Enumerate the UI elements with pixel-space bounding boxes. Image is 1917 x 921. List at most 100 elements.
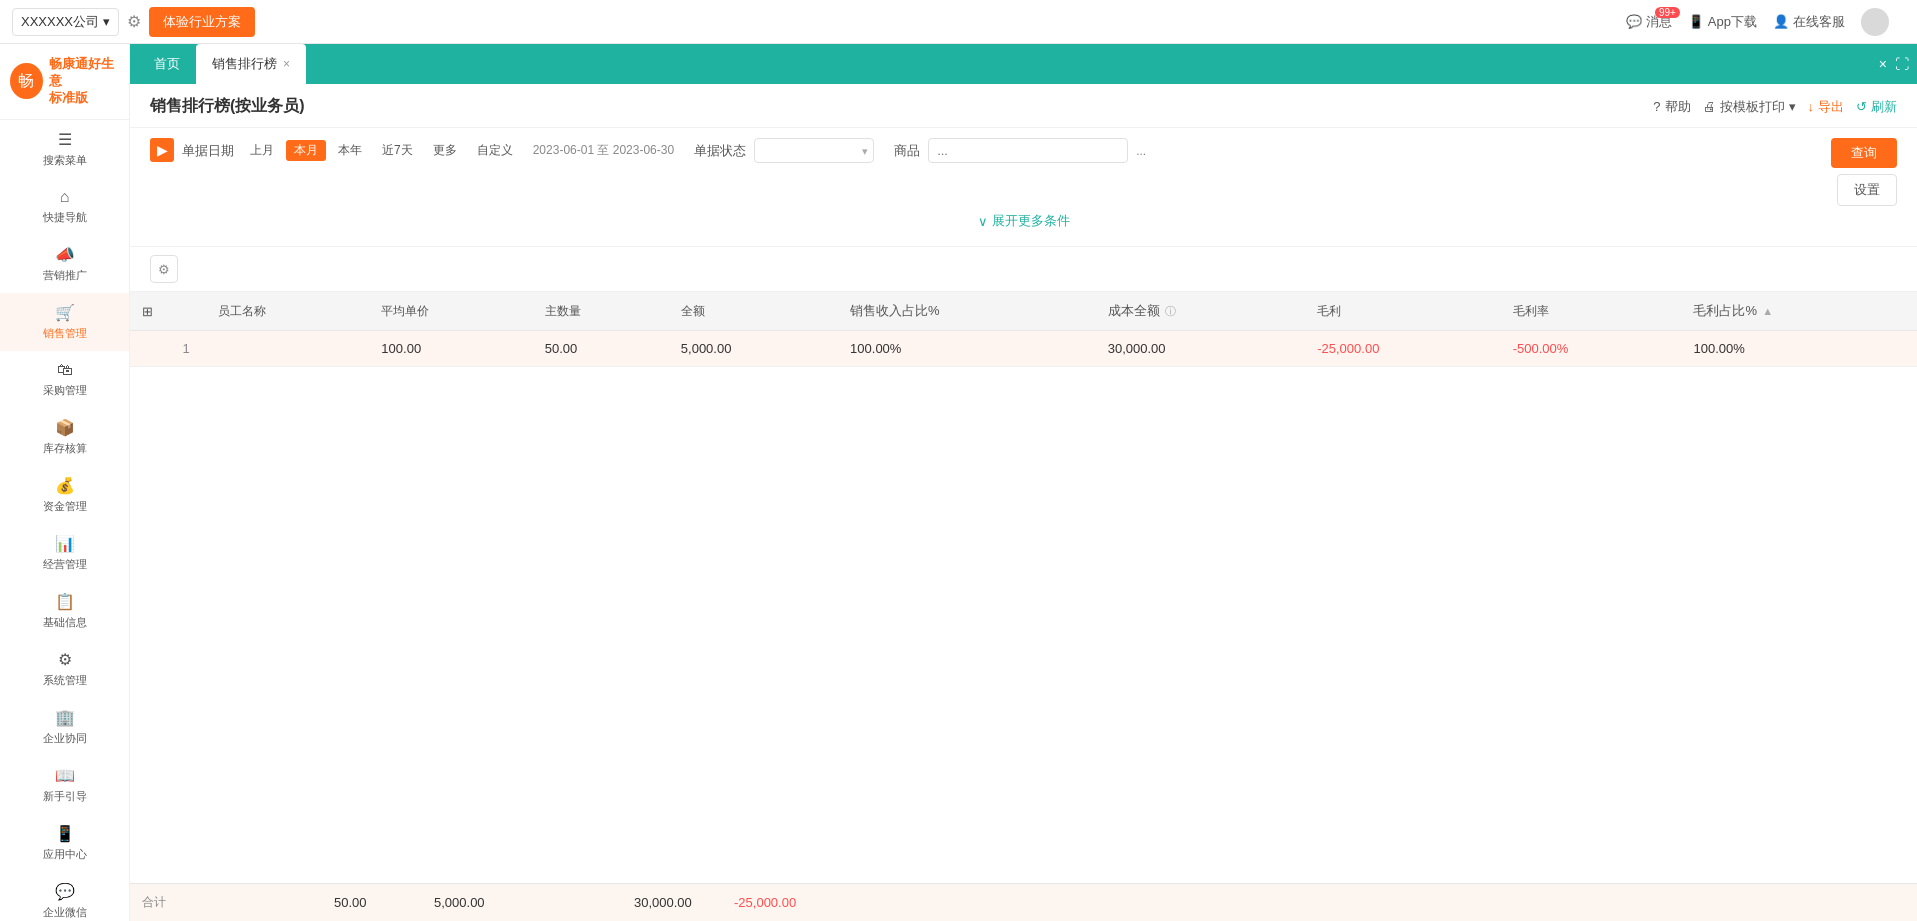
th-name: 员工名称 [206,292,369,331]
sales-icon: 🛒 [55,303,75,322]
expand-more-btn[interactable]: ∨ 展开更多条件 [150,206,1897,236]
sidebar-item-search-orders[interactable]: ☰ 搜索菜单 [0,120,129,178]
goods-more-icon[interactable]: ... [1136,144,1146,158]
date-tab-custom[interactable]: 自定义 [469,140,521,161]
app-download-btn[interactable]: 📱 App下载 [1688,13,1757,31]
help-label: 帮助 [1665,98,1691,116]
tab-home-label: 首页 [154,55,180,73]
avatar[interactable] [1861,8,1889,36]
date-tab-current-month[interactable]: 本月 [286,140,326,161]
refresh-label: 刷新 [1871,98,1897,116]
page-title: 销售排行榜(按业务员) [150,96,305,117]
company-name: XXXXXX公司 [21,13,99,31]
app-download-label: App下载 [1708,13,1757,31]
refresh-btn[interactable]: ↺ 刷新 [1856,98,1897,116]
page-header: 销售排行榜(按业务员) ? 帮助 🖨 按模板打印 ▾ ↓ [130,84,1917,128]
tab-close-window-icon[interactable]: × [1879,56,1887,72]
export-btn[interactable]: ↓ 导出 [1808,98,1845,116]
sidebar-item-label: 系统管理 [43,673,87,688]
print-btn[interactable]: 🖨 按模板打印 ▾ [1703,98,1796,116]
sidebar-item-label: 应用中心 [43,847,87,862]
date-tab-last-month[interactable]: 上月 [242,140,282,161]
export-label: 导出 [1818,98,1844,116]
message-btn[interactable]: 💬 消息 99+ [1626,13,1672,31]
th-gross-rate: 毛利率 [1501,292,1682,331]
filter-date: 单据日期 上月 本月 本年 近7天 更多 自定义 2023-06-01 至 20… [182,140,674,161]
th-settings: ⊞ [130,292,166,331]
trial-button[interactable]: 体验行业方案 [149,7,255,37]
sidebar-item-operations[interactable]: 📊 经营管理 [0,524,129,582]
date-tab-more[interactable]: 更多 [425,140,465,161]
company-selector[interactable]: XXXXXX公司 ▾ [12,8,119,36]
td-settings [130,331,166,367]
logo: 畅 畅康通好生意 标准版 [0,44,129,120]
message-badge: 99+ [1655,7,1680,18]
sidebar-item-basic-info[interactable]: 📋 基础信息 [0,582,129,640]
tab-bar: 首页 销售排行榜 × × ⛶ [130,44,1917,84]
sidebar-item-label: 库存核算 [43,441,87,456]
content-area: 首页 销售排行榜 × × ⛶ 销售排行榜(按业务员) ? 帮助 [130,44,1917,921]
logo-icon: 畅 [10,63,43,99]
purchase-icon: 🛍 [57,361,73,379]
date-tab-7days[interactable]: 近7天 [374,140,421,161]
basic-info-icon: 📋 [55,592,75,611]
top-right-actions: 💬 消息 99+ 📱 App下载 👤 在线客服 [1626,8,1905,36]
td-name [206,331,369,367]
date-tab-current-year[interactable]: 本年 [330,140,370,161]
gross-pct-info-icon[interactable]: ▲ [1762,305,1773,317]
sidebar-item-wechat[interactable]: 💬 企业微信 [0,872,129,921]
tab-home[interactable]: 首页 [138,44,196,84]
sidebar-item-label: 经营管理 [43,557,87,572]
online-service-label: 在线客服 [1793,13,1845,31]
status-label: 单据状态 [694,142,746,160]
tab-close-icon[interactable]: × [283,57,290,71]
td-gross: -25,000.00 [1305,331,1501,367]
online-service-btn[interactable]: 👤 在线客服 [1773,13,1845,31]
tab-sales-rank[interactable]: 销售排行榜 × [196,44,306,84]
sidebar-item-marketing[interactable]: 📣 营销推广 [0,235,129,293]
sidebar-item-inventory[interactable]: 📦 库存核算 [0,408,129,466]
system-icon: ⚙ [58,650,72,669]
query-button[interactable]: 查询 [1831,138,1897,168]
operations-icon: 📊 [55,534,75,553]
sidebar-item-quick-nav[interactable]: ⌂ 快捷导航 [0,178,129,235]
chevron-down-icon: ▾ [103,14,110,29]
td-gross-rate: -500.00% [1501,331,1682,367]
sidebar-item-funds[interactable]: 💰 资金管理 [0,466,129,524]
status-select[interactable] [754,138,874,163]
td-rank: 1 [166,331,206,367]
gear-icon: ⚙ [158,262,170,277]
top-bar: XXXXXX公司 ▾ ⚙ 体验行业方案 💬 消息 99+ 📱 App下载 👤 在… [0,0,1917,44]
table-toolbar: ⚙ [130,247,1917,292]
filter-collapse-btn[interactable]: ▶ [150,138,174,162]
refresh-icon: ↺ [1856,99,1867,114]
filter-area: ▶ 单据日期 上月 本月 本年 近7天 更多 自定义 [130,128,1917,247]
goods-input[interactable] [928,138,1128,163]
guide-icon: 📖 [55,766,75,785]
tab-sales-rank-label: 销售排行榜 [212,55,277,73]
column-settings-btn[interactable]: ⚙ [150,255,178,283]
sidebar-item-label: 企业协同 [43,731,87,746]
sidebar-item-guide[interactable]: 📖 新手引导 [0,756,129,814]
sidebar-item-sales[interactable]: 🛒 销售管理 [0,293,129,351]
settings-button[interactable]: 设置 [1837,174,1897,206]
help-btn[interactable]: ? 帮助 [1653,98,1690,116]
sidebar-item-app-center[interactable]: 📱 应用中心 [0,814,129,872]
cost-info-icon[interactable]: ⓘ [1165,305,1176,317]
td-avg-price: 100.00 [369,331,532,367]
tab-maximize-icon[interactable]: ⛶ [1895,56,1909,72]
sidebar-item-system[interactable]: ⚙ 系统管理 [0,640,129,698]
filter-main-row: ▶ 单据日期 上月 本月 本年 近7天 更多 自定义 [150,138,1897,206]
th-sales-pct: 销售收入占比% [838,292,1096,331]
column-settings-icon[interactable]: ⊞ [142,304,153,319]
th-gross: 毛利 [1305,292,1501,331]
main-layout: 畅 畅康通好生意 标准版 ☰ 搜索菜单 ⌂ 快捷导航 📣 营销推广 🛒 销售管理… [0,44,1917,921]
settings-icon[interactable]: ⚙ [127,12,141,31]
footer-qty [202,895,322,910]
td-qty: 50.00 [533,331,669,367]
sidebar-item-enterprise[interactable]: 🏢 企业协同 [0,698,129,756]
th-avg-price: 平均单价 [369,292,532,331]
sidebar-item-purchase[interactable]: 🛍 采购管理 [0,351,129,408]
search-orders-icon: ☰ [58,130,72,149]
table-wrapper: ⊞ 员工名称 平均单价 主数量 全额 销售收入占比% 成本全额 [130,292,1917,883]
